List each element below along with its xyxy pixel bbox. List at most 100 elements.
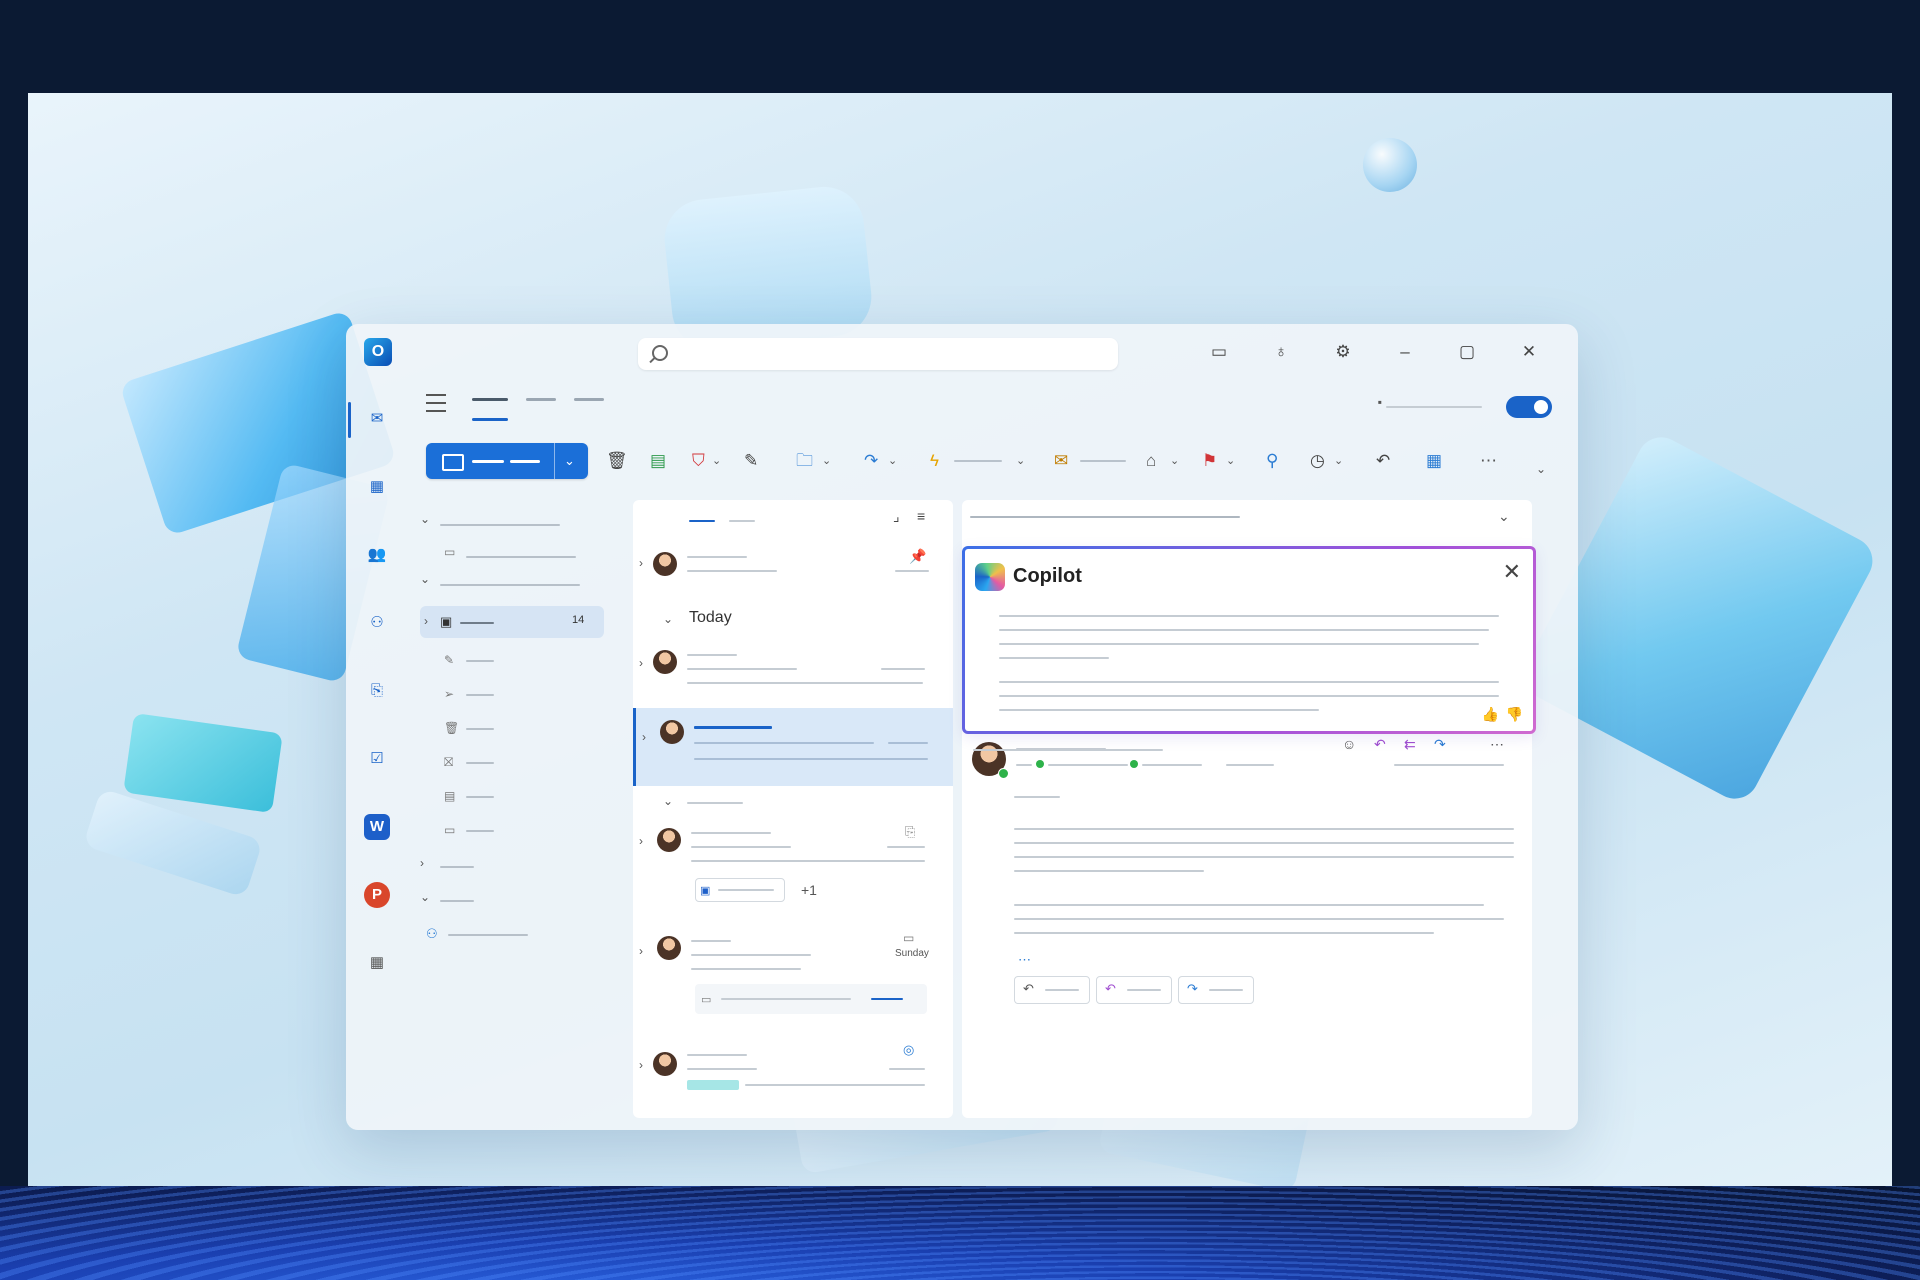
- chevron-right-icon[interactable]: ›: [642, 730, 646, 744]
- rsvp-link[interactable]: [871, 998, 903, 1000]
- reply-all-button[interactable]: ↶: [1096, 976, 1172, 1004]
- pin-icon[interactable]: ⚲: [1266, 451, 1278, 471]
- more-options-icon[interactable]: ⋯: [1490, 734, 1504, 754]
- attachment-icon[interactable]: ⎘: [364, 678, 390, 704]
- forward-arrow-icon[interactable]: ↷: [864, 451, 878, 471]
- powerpoint-icon[interactable]: P: [364, 882, 390, 908]
- word-icon[interactable]: W: [364, 814, 390, 840]
- list-item[interactable]: ›: [633, 640, 953, 702]
- tag-icon[interactable]: ⌂: [1146, 451, 1156, 471]
- folder-label[interactable]: [466, 796, 494, 798]
- chevron-down-icon[interactable]: ⌄: [1498, 506, 1510, 526]
- time-line: [889, 1068, 925, 1070]
- chevron-down-icon[interactable]: ⌄: [888, 451, 897, 471]
- settings-gear-icon[interactable]: ⚙: [1332, 341, 1354, 363]
- tab-view[interactable]: [526, 398, 556, 401]
- list-item-pinned[interactable]: › 📌: [633, 544, 953, 604]
- flag-icon[interactable]: ⚑: [1202, 451, 1217, 471]
- search-box[interactable]: [638, 338, 1118, 370]
- reply-icon[interactable]: ↶: [1374, 734, 1386, 754]
- new-mail-button[interactable]: ⌄: [426, 443, 588, 479]
- undo-icon[interactable]: ↶: [1376, 451, 1390, 471]
- folder-label[interactable]: [466, 694, 494, 696]
- chevron-down-icon[interactable]: ⌄: [420, 572, 430, 586]
- quick-steps-icon[interactable]: ϟ: [930, 451, 939, 471]
- read-unread-icon[interactable]: ✉: [1054, 451, 1068, 471]
- tab-other[interactable]: [729, 520, 755, 522]
- select-icon[interactable]: ⌟: [893, 506, 900, 526]
- chevron-down-icon[interactable]: ⌄: [1226, 451, 1235, 471]
- more-options-icon[interactable]: ⋯: [1480, 451, 1497, 471]
- my-day-icon[interactable]: ▭: [1208, 341, 1230, 363]
- thumbs-down-icon[interactable]: 👎: [1506, 706, 1523, 723]
- todo-icon[interactable]: ☑: [364, 746, 390, 772]
- move-to-icon[interactable]: 🗀: [796, 451, 813, 471]
- chevron-right-icon[interactable]: ›: [420, 856, 424, 870]
- archive-icon[interactable]: ▤: [650, 451, 666, 471]
- filter-icon[interactable]: ≡: [917, 506, 925, 526]
- chevron-down-icon[interactable]: ⌄: [564, 453, 575, 469]
- chevron-right-icon[interactable]: ›: [639, 834, 643, 848]
- tab-help[interactable]: [574, 398, 604, 401]
- folder-inbox[interactable]: › ▣ 14: [420, 606, 604, 638]
- chevron-right-icon[interactable]: ›: [639, 556, 643, 570]
- snooze-clock-icon[interactable]: ◷: [1310, 451, 1325, 471]
- folder-label[interactable]: [466, 660, 494, 662]
- chevron-down-icon[interactable]: ⌄: [663, 612, 673, 626]
- apps-icon[interactable]: ▦: [1426, 451, 1442, 471]
- reply-all-icon[interactable]: ⇇: [1404, 734, 1416, 754]
- tab-focused[interactable]: [689, 520, 715, 522]
- list-item[interactable]: › ▭ Sunday ▭: [633, 928, 953, 1028]
- chevron-right-icon[interactable]: ›: [639, 1058, 643, 1072]
- list-item[interactable]: › ◎: [633, 1040, 953, 1118]
- maximize-icon[interactable]: ▢: [1456, 341, 1478, 363]
- group-label[interactable]: [448, 934, 528, 936]
- emoji-icon[interactable]: ☺: [1342, 734, 1356, 754]
- delete-icon[interactable]: 🗑: [606, 451, 628, 471]
- list-item[interactable]: › ⎘ ▣ +1: [633, 818, 953, 918]
- apps-grid-icon[interactable]: ▦: [364, 950, 390, 976]
- groups-icon[interactable]: ⚇: [364, 610, 390, 636]
- app-rail: ✉ ▦ 👥 ⚇ ⎘ ☑ W P ▦: [346, 380, 408, 1130]
- new-outlook-toggle[interactable]: [1506, 396, 1552, 418]
- list-item-selected[interactable]: ›: [633, 708, 953, 786]
- close-icon[interactable]: ✕: [1503, 559, 1521, 585]
- avatar: [653, 650, 677, 674]
- close-icon[interactable]: ✕: [1518, 341, 1540, 363]
- folder-label[interactable]: [466, 728, 494, 730]
- folder-label[interactable]: [466, 830, 494, 832]
- chevron-down-icon[interactable]: ⌄: [420, 512, 430, 526]
- report-icon[interactable]: ⛉: [692, 451, 705, 471]
- chevron-right-icon[interactable]: ›: [639, 944, 643, 958]
- attachment-chip[interactable]: ▣: [695, 878, 785, 902]
- forward-button[interactable]: ↷: [1178, 976, 1254, 1004]
- chevron-down-icon[interactable]: ⌄: [712, 451, 721, 471]
- expand-ribbon-icon[interactable]: ⌄: [1536, 459, 1546, 479]
- meeting-card[interactable]: ▭: [695, 984, 927, 1014]
- chevron-right-icon[interactable]: ›: [424, 614, 428, 628]
- thumbs-up-icon[interactable]: 👍: [1482, 706, 1499, 723]
- chevron-down-icon[interactable]: ⌄: [663, 794, 673, 808]
- folder-label[interactable]: [466, 556, 576, 558]
- chevron-down-icon[interactable]: ⌄: [420, 890, 430, 904]
- body-line: [1014, 932, 1434, 934]
- sweep-icon[interactable]: ✎: [744, 451, 758, 471]
- chevron-down-icon[interactable]: ⌄: [1170, 451, 1179, 471]
- minimize-icon[interactable]: –: [1394, 341, 1416, 363]
- forward-icon[interactable]: ↷: [1434, 734, 1446, 754]
- reply-button[interactable]: ↶: [1014, 976, 1090, 1004]
- mail-icon[interactable]: ✉: [364, 406, 390, 432]
- chevron-down-icon[interactable]: ⌄: [822, 451, 831, 471]
- calendar-icon[interactable]: ▦: [364, 474, 390, 500]
- folder-label[interactable]: [466, 762, 494, 764]
- chevron-down-icon[interactable]: ⌄: [1334, 451, 1343, 471]
- tab-home[interactable]: [472, 398, 508, 401]
- people-icon[interactable]: 👥: [364, 542, 390, 568]
- chevron-down-icon[interactable]: ⌄: [1016, 451, 1025, 471]
- chevron-right-icon[interactable]: ›: [639, 656, 643, 670]
- pin-icon[interactable]: 📌: [909, 546, 926, 566]
- menu-icon[interactable]: [426, 394, 446, 412]
- show-more-icon[interactable]: ⋯: [1018, 950, 1031, 970]
- avatar: [657, 828, 681, 852]
- lightbulb-icon[interactable]: ♁: [1270, 341, 1292, 363]
